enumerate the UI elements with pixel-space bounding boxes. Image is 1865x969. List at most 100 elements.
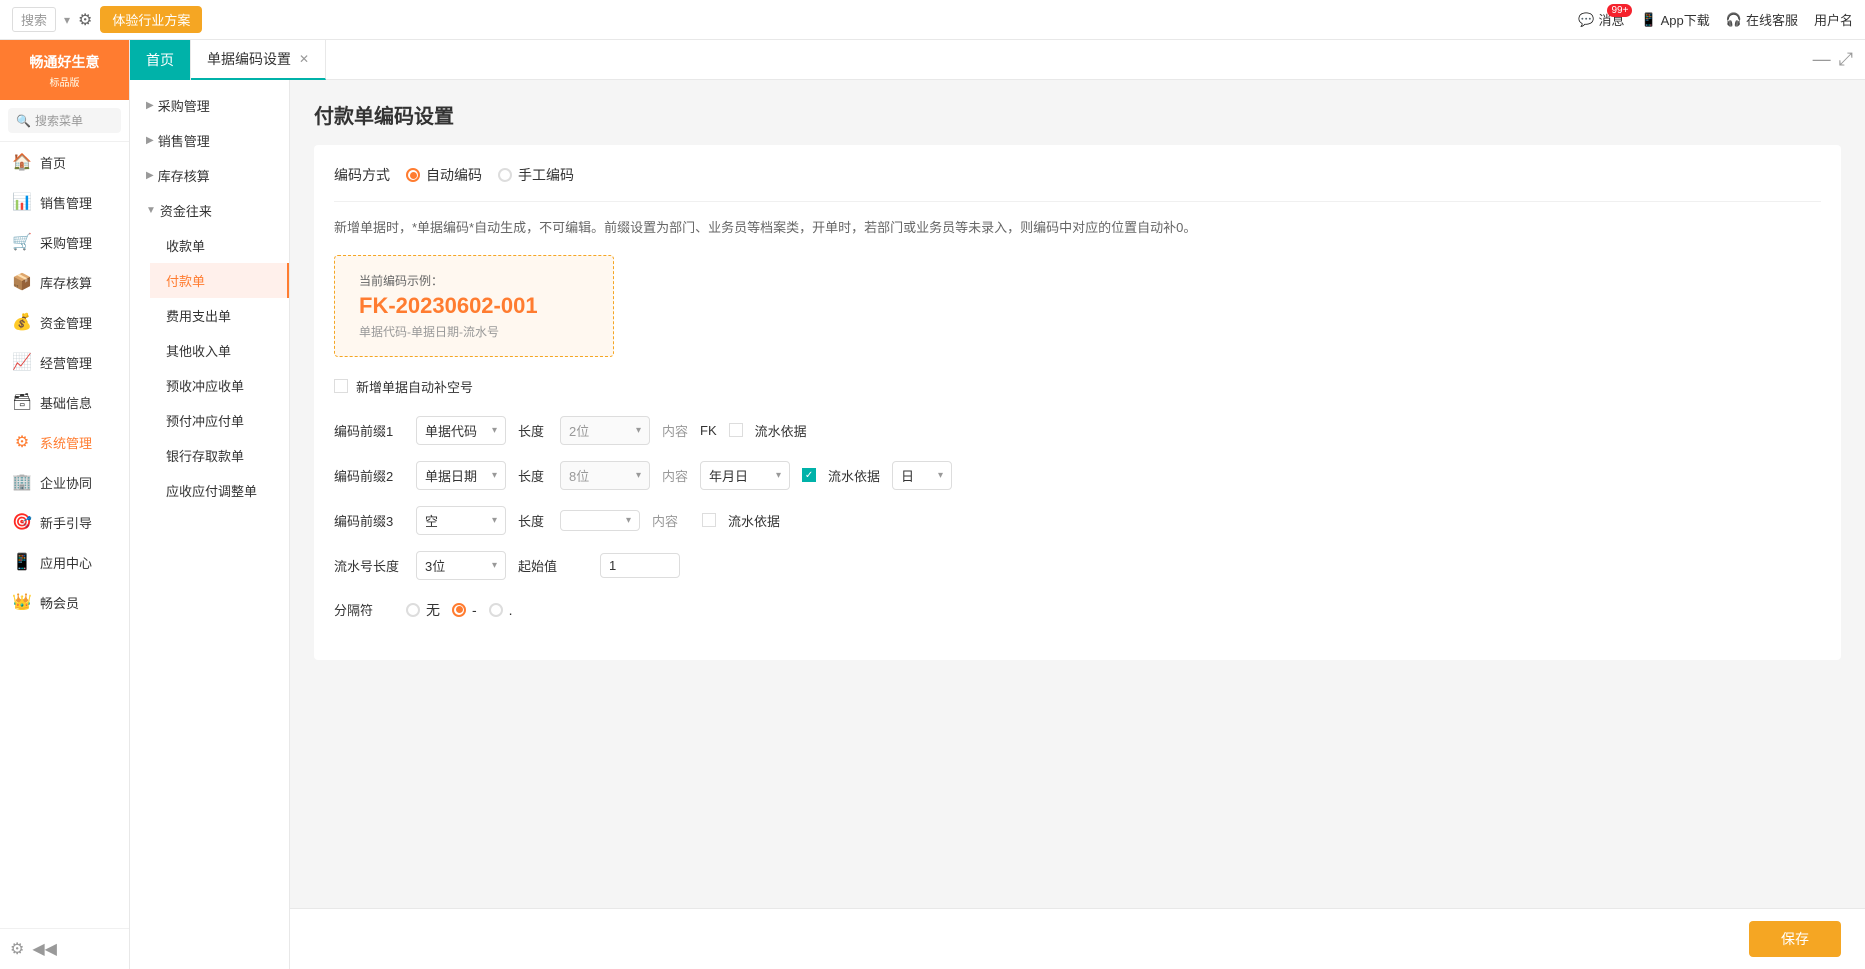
- sec-menu-receivable-adjust[interactable]: 应收应付调整单: [150, 473, 289, 508]
- tab-encoding[interactable]: 单据编码设置 ✕: [191, 40, 326, 80]
- field-row-2: 编码前缀2 单据日期 ▾ 长度 8位 ▾ 内容: [334, 461, 1821, 490]
- sidebar-label-inventory: 库存核算: [40, 273, 92, 292]
- collapse-icon[interactable]: ◀◀: [32, 939, 57, 959]
- sidebar-item-operations[interactable]: 📈 经营管理: [0, 342, 129, 382]
- sec-menu-prepay-payable-label: 预付冲应付单: [166, 411, 244, 430]
- sidebar: 畅通好生意 标品版 🔍 搜索菜单 🏠 首页 📊 销售管理 🛒 采购管理: [0, 40, 130, 969]
- sidebar-item-enterprise[interactable]: 🏢 企业协同: [0, 462, 129, 502]
- user-info[interactable]: 用户名: [1814, 10, 1853, 29]
- radio-group: 自动编码 手工编码: [406, 165, 574, 185]
- sec-menu-inventory[interactable]: ▶ 库存核算: [130, 158, 289, 193]
- auto-fill-checkbox[interactable]: [334, 379, 348, 393]
- sep-dot-option[interactable]: .: [489, 602, 513, 618]
- sidebar-search[interactable]: 🔍 搜索菜单: [0, 100, 129, 142]
- trial-button[interactable]: 体验行业方案: [100, 6, 202, 33]
- tab-home[interactable]: 首页: [130, 40, 191, 80]
- content-label-1: 内容: [662, 421, 688, 440]
- secondary-sidebar: ▶ 采购管理 ▶ 销售管理 ▶ 库存核算 ▼ 资金往来 收款单: [130, 80, 290, 969]
- logo-text: 畅通好生意: [30, 52, 100, 72]
- sidebar-nav: 🏠 首页 📊 销售管理 🛒 采购管理 📦 库存核算 💰 资金管理 📈 经: [0, 142, 129, 928]
- sec-menu-receipt[interactable]: 收款单: [150, 228, 289, 263]
- sec-menu-bank-deposit[interactable]: 银行存取款单: [150, 438, 289, 473]
- field-select-3[interactable]: 空 ▾: [416, 506, 506, 535]
- sidebar-label-newguide: 新手引导: [40, 513, 92, 532]
- serial-checkbox-1[interactable]: [729, 423, 743, 437]
- inventory-icon: 📦: [12, 272, 32, 292]
- content-value-1: FK: [700, 423, 717, 438]
- sidebar-label-purchase: 采购管理: [40, 233, 92, 252]
- field-select-3-value: 空: [425, 511, 438, 530]
- sidebar-logo: 畅通好生意 标品版: [0, 40, 129, 100]
- length-select-3[interactable]: ▾: [560, 510, 640, 531]
- sidebar-item-home[interactable]: 🏠 首页: [0, 142, 129, 182]
- settings-icon[interactable]: ⚙: [10, 939, 24, 959]
- preview-box: 当前编码示例： FK-20230602-001 单据代码-单据日期-流水号: [334, 255, 614, 357]
- chevron-down-icon: ▾: [938, 470, 943, 481]
- preview-code: FK-20230602-001: [359, 293, 589, 319]
- tab-minimize-icon[interactable]: —: [1813, 49, 1831, 70]
- sidebar-item-basic[interactable]: 🗃 基础信息: [0, 382, 129, 422]
- message-button[interactable]: 💬 消息 99+: [1578, 10, 1624, 29]
- chevron-down-icon: ▾: [492, 560, 497, 571]
- app-download-button[interactable]: 📱 App下载: [1640, 10, 1709, 29]
- secondary-layout: ▶ 采购管理 ▶ 销售管理 ▶ 库存核算 ▼ 资金往来 收款单: [130, 80, 1865, 969]
- sec-menu-purchase[interactable]: ▶ 采购管理: [130, 88, 289, 123]
- sidebar-item-appcenter[interactable]: 📱 应用中心: [0, 542, 129, 582]
- sec-menu-prepay-receivable-label: 预收冲应收单: [166, 376, 244, 395]
- encoding-method-row: 编码方式 自动编码 手工编码: [334, 165, 1821, 202]
- chevron-down-icon: ▾: [626, 515, 631, 526]
- serial-length-select[interactable]: 3位 ▾: [416, 551, 506, 580]
- tab-maximize-icon[interactable]: ⤢: [1839, 49, 1853, 70]
- start-value-input[interactable]: [600, 553, 680, 578]
- field-select-1[interactable]: 单据代码 ▾: [416, 416, 506, 445]
- sec-menu-finance[interactable]: ▼ 资金往来: [130, 193, 289, 228]
- sidebar-item-sales[interactable]: 📊 销售管理: [0, 182, 129, 222]
- search-bar[interactable]: 搜索: [12, 7, 56, 32]
- home-icon: 🏠: [12, 152, 32, 172]
- field-row-3: 编码前缀3 空 ▾ 长度 ▾ 内容: [334, 506, 1821, 535]
- content-label-3: 内容: [652, 511, 678, 530]
- sec-menu-payment[interactable]: 付款单: [150, 263, 289, 298]
- sec-menu-prepay-payable[interactable]: 预付冲应付单: [150, 403, 289, 438]
- sidebar-item-system[interactable]: ⚙ 系统管理: [0, 422, 129, 462]
- chevron-down-icon: ▾: [492, 470, 497, 481]
- chevron-down-icon: ▾: [492, 425, 497, 436]
- sidebar-item-member[interactable]: 👑 畅会员: [0, 582, 129, 622]
- logo-sub: 标品版: [50, 74, 80, 89]
- radio-manual-encode[interactable]: 手工编码: [498, 165, 574, 185]
- sep-dash-radio: [452, 603, 466, 617]
- tab-close-icon[interactable]: ✕: [299, 52, 309, 66]
- sec-menu-sales[interactable]: ▶ 销售管理: [130, 123, 289, 158]
- message-badge: 99+: [1607, 4, 1632, 17]
- sec-menu-prepay-receivable[interactable]: 预收冲应收单: [150, 368, 289, 403]
- sales-icon: 📊: [12, 192, 32, 212]
- length-value-1: 2位: [569, 421, 589, 440]
- sidebar-item-purchase[interactable]: 🛒 采购管理: [0, 222, 129, 262]
- serial-checkbox-2[interactable]: ✓: [802, 468, 816, 482]
- sidebar-item-inventory[interactable]: 📦 库存核算: [0, 262, 129, 302]
- sidebar-item-newguide[interactable]: 🎯 新手引导: [0, 502, 129, 542]
- sep-options: 无 - .: [406, 600, 513, 620]
- save-button[interactable]: 保存: [1749, 921, 1841, 957]
- sec-menu-expense[interactable]: 费用支出单: [150, 298, 289, 333]
- sec-menu-other-income[interactable]: 其他收入单: [150, 333, 289, 368]
- field-select-2[interactable]: 单据日期 ▾: [416, 461, 506, 490]
- online-service-button[interactable]: 🎧 在线客服: [1726, 10, 1798, 29]
- length-select-1[interactable]: 2位 ▾: [560, 416, 650, 445]
- sidebar-label-home: 首页: [40, 153, 66, 172]
- sep-dash-option[interactable]: -: [452, 602, 477, 618]
- serial-unit-select-2[interactable]: 日 ▾: [892, 461, 952, 490]
- sidebar-item-finance[interactable]: 💰 资金管理: [0, 302, 129, 342]
- chevron-down-icon: ▾: [636, 470, 641, 481]
- gear-icon[interactable]: ⚙: [78, 10, 92, 30]
- sep-none-option[interactable]: 无: [406, 600, 440, 620]
- dropdown-arrow-icon[interactable]: ▾: [64, 13, 70, 27]
- sidebar-footer: ⚙ ◀◀: [0, 928, 129, 969]
- radio-auto-encode[interactable]: 自动编码: [406, 165, 482, 185]
- length-select-2[interactable]: 8位 ▾: [560, 461, 650, 490]
- chevron-right-icon: ▶: [146, 170, 154, 181]
- serial-checkbox-3[interactable]: [702, 513, 716, 527]
- length-value-2: 8位: [569, 466, 589, 485]
- content-select-2[interactable]: 年月日 ▾: [700, 461, 790, 490]
- operations-icon: 📈: [12, 352, 32, 372]
